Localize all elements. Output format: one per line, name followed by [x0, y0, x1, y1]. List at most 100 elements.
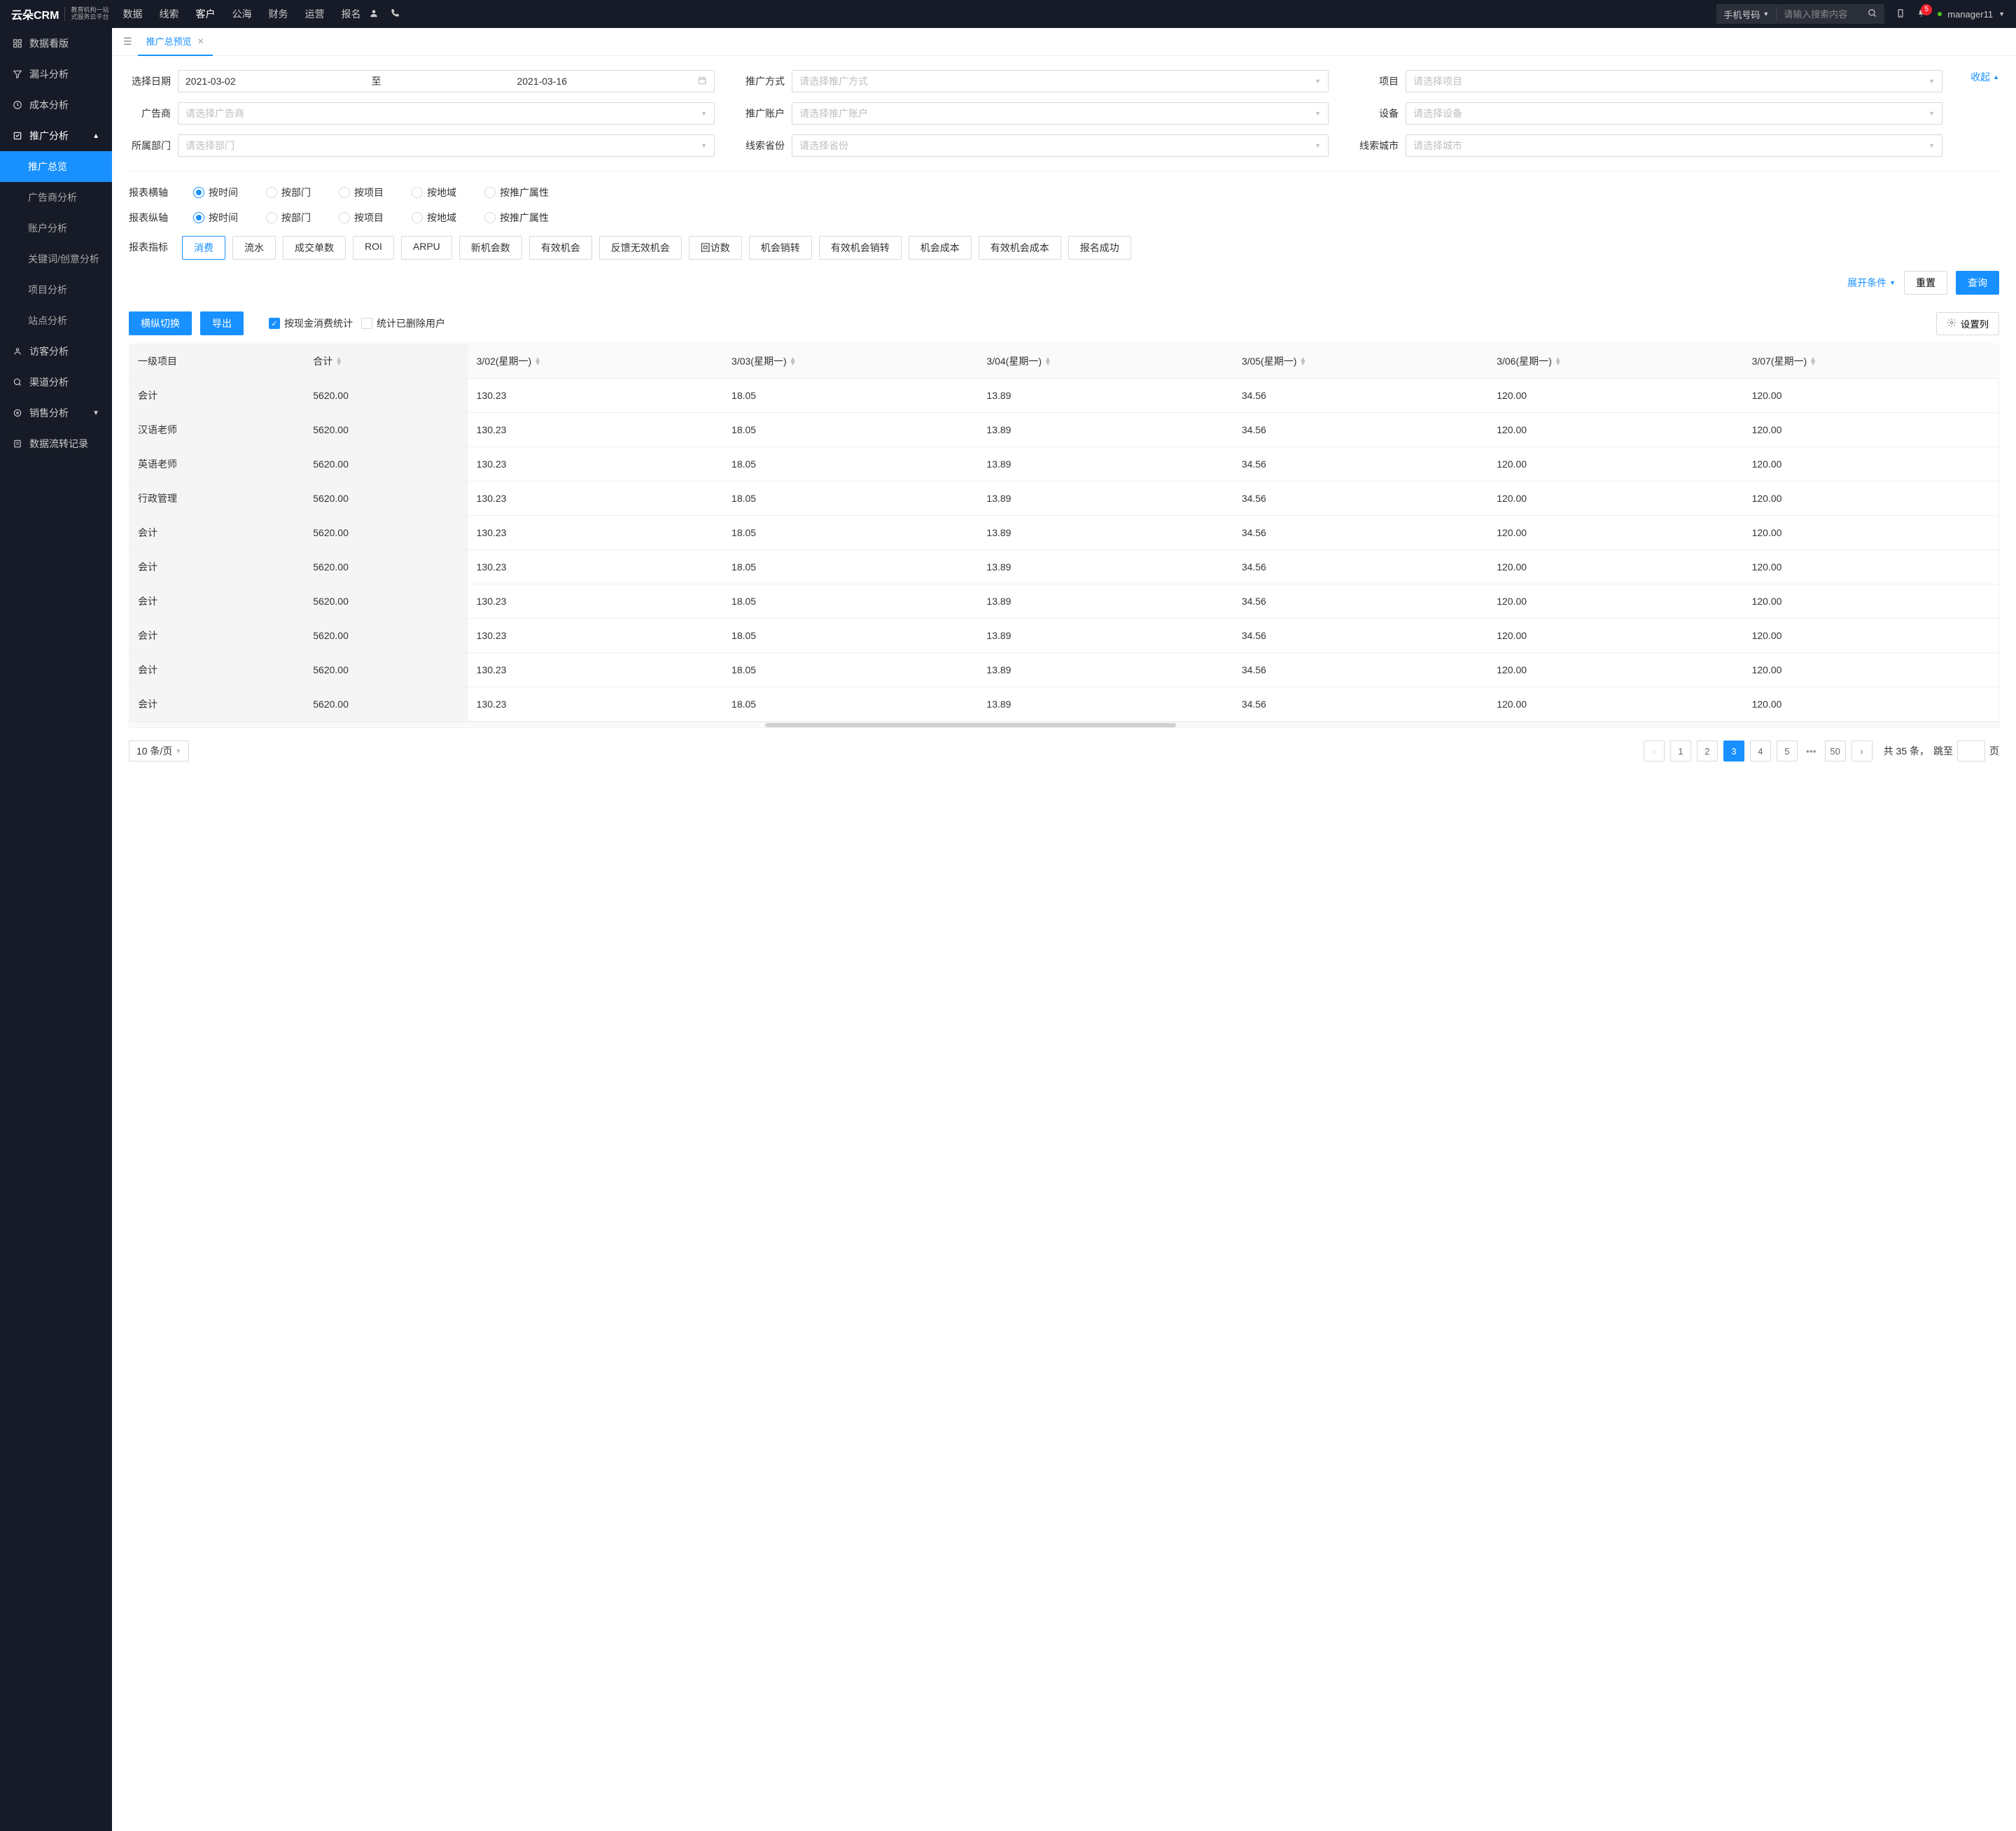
sort-icon[interactable]: ▲▼: [534, 358, 541, 366]
radio-option[interactable]: 按推广属性: [484, 185, 549, 199]
page-jump-input[interactable]: [1957, 741, 1985, 762]
search-input[interactable]: [1777, 9, 1861, 20]
table-header[interactable]: 3/03(星期一)▲▼: [723, 344, 978, 379]
radio-option[interactable]: 按部门: [266, 185, 311, 199]
sidebar-item[interactable]: 数据看版: [0, 28, 112, 59]
nav-item[interactable]: 客户: [195, 7, 215, 21]
nav-item[interactable]: 公海: [232, 7, 251, 21]
phone-icon[interactable]: [390, 8, 400, 20]
user-menu[interactable]: manager11 ▼: [1938, 9, 2005, 20]
menu-toggle-icon[interactable]: ☰: [123, 36, 132, 48]
sort-icon[interactable]: ▲▼: [790, 358, 797, 366]
table-header[interactable]: 一级项目: [130, 344, 304, 379]
mobile-icon[interactable]: [1896, 8, 1905, 20]
search-icon[interactable]: [1861, 8, 1884, 20]
switch-button[interactable]: 横纵切换: [129, 311, 192, 335]
radio-option[interactable]: 按地域: [412, 211, 456, 225]
expand-link[interactable]: 展开条件 ▼: [1847, 276, 1896, 290]
province-select[interactable]: 请选择省份▼: [792, 134, 1329, 157]
radio-option[interactable]: 按地域: [412, 185, 456, 199]
nav-item[interactable]: 线索: [159, 7, 178, 21]
sidebar-sub-item[interactable]: 账户分析: [0, 213, 112, 244]
export-button[interactable]: 导出: [200, 311, 244, 335]
search-type-select[interactable]: 手机号码 ▼: [1716, 8, 1777, 21]
metric-chip[interactable]: 新机会数: [459, 236, 522, 260]
radio-option[interactable]: 按部门: [266, 211, 311, 225]
metric-chip[interactable]: 消费: [182, 236, 225, 260]
table-header[interactable]: 3/04(星期一)▲▼: [978, 344, 1233, 379]
page-size-select[interactable]: 10 条/页 ▼: [129, 741, 189, 762]
tab-current[interactable]: 推广总预览 ✕: [138, 28, 213, 56]
table-header[interactable]: 3/06(星期一)▲▼: [1488, 344, 1743, 379]
radio-option[interactable]: 按推广属性: [484, 211, 549, 225]
sidebar-item[interactable]: 访客分析: [0, 336, 112, 367]
prev-page-button[interactable]: ‹: [1644, 741, 1665, 762]
page-button[interactable]: 3: [1723, 741, 1744, 762]
page-last-button[interactable]: 50: [1825, 741, 1846, 762]
next-page-button[interactable]: ›: [1851, 741, 1872, 762]
sidebar-item[interactable]: 成本分析: [0, 90, 112, 120]
sidebar-sub-item[interactable]: 推广总览: [0, 151, 112, 182]
table-header[interactable]: 3/05(星期一)▲▼: [1233, 344, 1488, 379]
metric-chip[interactable]: 反馈无效机会: [599, 236, 682, 260]
metric-chip[interactable]: 有效机会成本: [979, 236, 1061, 260]
sidebar-sub-item[interactable]: 站点分析: [0, 305, 112, 336]
close-icon[interactable]: ✕: [197, 36, 204, 46]
page-button[interactable]: 2: [1697, 741, 1718, 762]
sidebar-sub-item[interactable]: 关键词/创意分析: [0, 244, 112, 274]
sidebar-item[interactable]: 漏斗分析: [0, 59, 112, 90]
metric-chip[interactable]: 有效机会销转: [819, 236, 902, 260]
query-button[interactable]: 查询: [1956, 271, 1999, 295]
radio-option[interactable]: 按时间: [193, 185, 238, 199]
sidebar-item[interactable]: 渠道分析: [0, 367, 112, 398]
advertiser-select[interactable]: 请选择广告商▼: [178, 102, 715, 125]
metric-chip[interactable]: 报名成功: [1068, 236, 1131, 260]
cash-checkbox[interactable]: ✓ 按现金消费统计: [269, 316, 353, 330]
radio-option[interactable]: 按项目: [339, 185, 384, 199]
table-header[interactable]: 合计▲▼: [304, 344, 468, 379]
bell-icon[interactable]: 5: [1917, 8, 1926, 20]
sort-icon[interactable]: ▲▼: [1299, 358, 1306, 366]
nav-item[interactable]: 运营: [304, 7, 324, 21]
metric-chip[interactable]: 机会销转: [749, 236, 812, 260]
account-select[interactable]: 请选择推广账户▼: [792, 102, 1329, 125]
radio-option[interactable]: 按项目: [339, 211, 384, 225]
sidebar-sub-item[interactable]: 广告商分析: [0, 182, 112, 213]
sort-icon[interactable]: ▲▼: [1809, 358, 1816, 366]
date-range-picker[interactable]: 2021-03-02 至 2021-03-16: [178, 70, 715, 92]
sort-icon[interactable]: ▲▼: [1555, 358, 1562, 366]
sidebar-item[interactable]: 销售分析▼: [0, 398, 112, 428]
radio-option[interactable]: 按时间: [193, 211, 238, 225]
scroll-thumb[interactable]: [765, 723, 1176, 727]
page-button[interactable]: 4: [1750, 741, 1771, 762]
settings-button[interactable]: 设置列: [1936, 312, 1999, 335]
collapse-link[interactable]: 收起 ▲: [1970, 70, 1999, 84]
metric-chip[interactable]: ARPU: [401, 236, 452, 260]
device-select[interactable]: 请选择设备▼: [1406, 102, 1942, 125]
nav-item[interactable]: 数据: [122, 7, 142, 21]
table-header[interactable]: 3/07(星期一)▲▼: [1744, 344, 1998, 379]
project-select[interactable]: 请选择项目▼: [1406, 70, 1942, 92]
dept-select[interactable]: 请选择部门▼: [178, 134, 715, 157]
deleted-checkbox[interactable]: 统计已删除用户: [361, 316, 445, 330]
metric-chip[interactable]: 回访数: [689, 236, 742, 260]
metric-chip[interactable]: 流水: [232, 236, 276, 260]
sidebar-item[interactable]: 推广分析▲: [0, 120, 112, 151]
sidebar-item[interactable]: 数据流转记录: [0, 428, 112, 459]
nav-item[interactable]: 报名: [341, 7, 360, 21]
table-header[interactable]: 3/02(星期一)▲▼: [468, 344, 723, 379]
sort-icon[interactable]: ▲▼: [335, 358, 342, 366]
reset-button[interactable]: 重置: [1904, 271, 1947, 295]
sidebar-sub-item[interactable]: 项目分析: [0, 274, 112, 305]
metric-chip[interactable]: 有效机会: [529, 236, 592, 260]
page-button[interactable]: 1: [1670, 741, 1691, 762]
metric-chip[interactable]: 机会成本: [909, 236, 972, 260]
logo[interactable]: 云朵CRM 教育机构一站 式服务云平台: [11, 6, 108, 22]
horizontal-scrollbar[interactable]: [130, 722, 1998, 727]
nav-item[interactable]: 财务: [268, 7, 288, 21]
city-select[interactable]: 请选择城市▼: [1406, 134, 1942, 157]
page-button[interactable]: 5: [1777, 741, 1798, 762]
metric-chip[interactable]: ROI: [353, 236, 394, 260]
method-select[interactable]: 请选择推广方式▼: [792, 70, 1329, 92]
sort-icon[interactable]: ▲▼: [1044, 358, 1051, 366]
